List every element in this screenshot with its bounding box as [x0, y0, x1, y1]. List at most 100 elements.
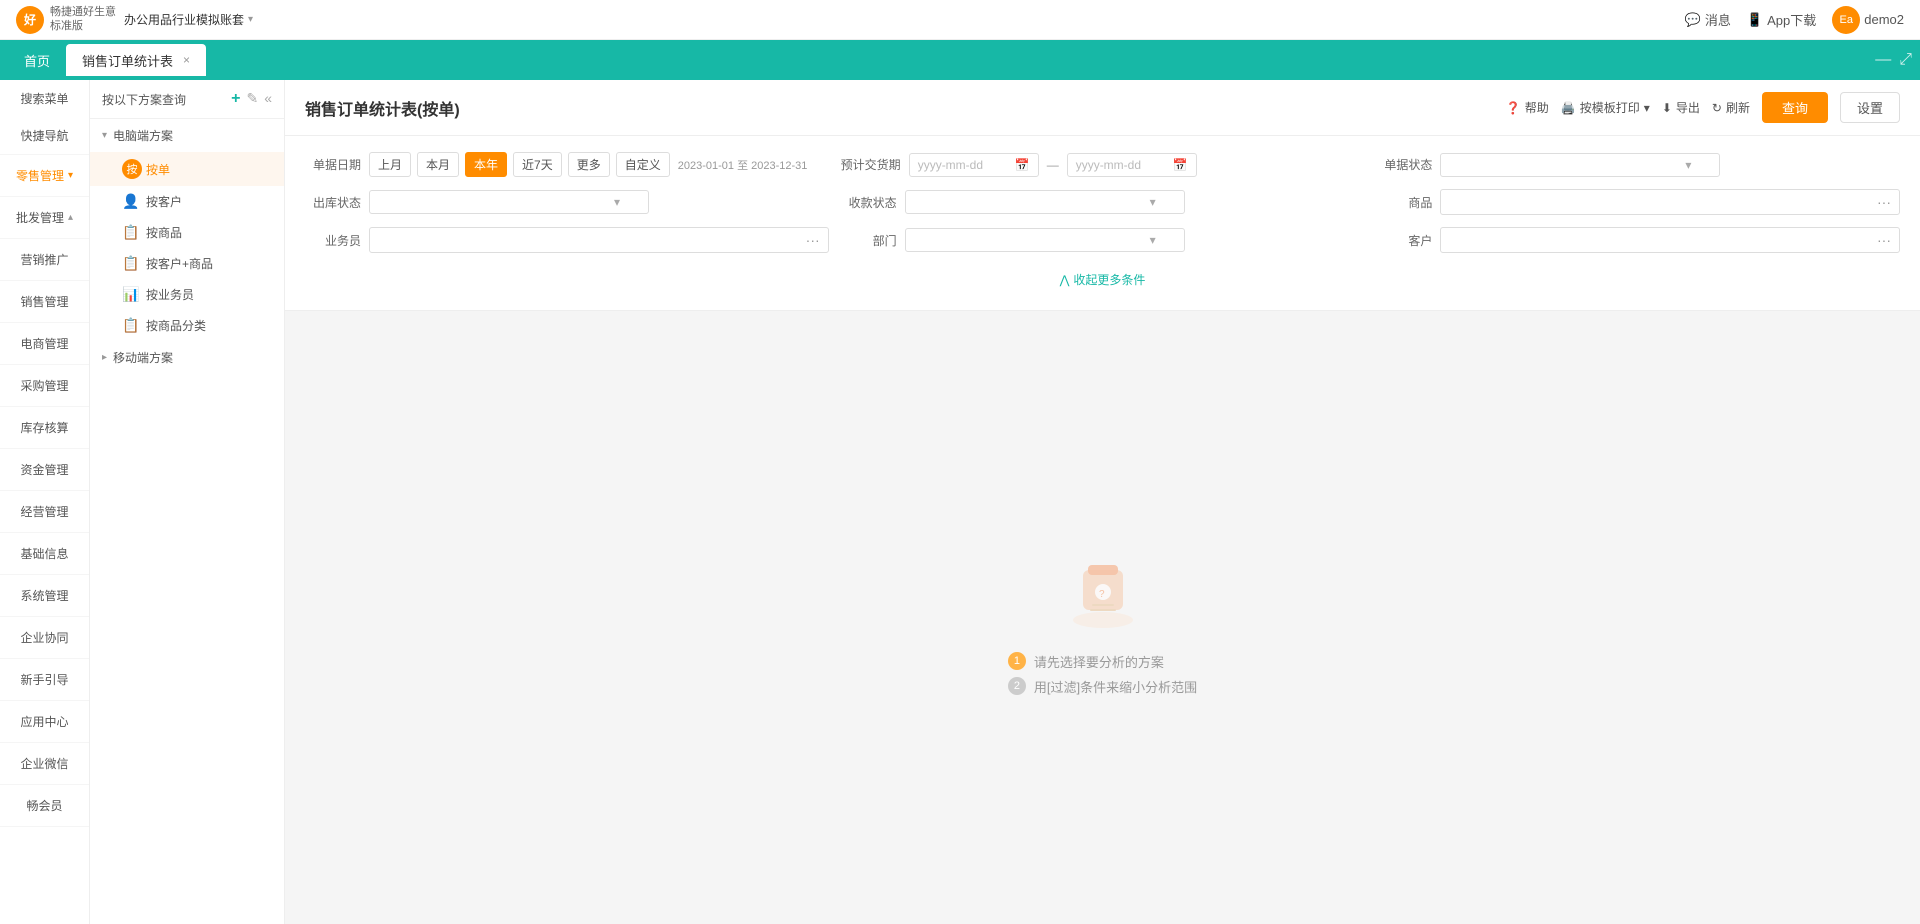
sidebar-item-retail[interactable]: 零售管理 ▾ [0, 155, 89, 197]
sidebar-item-system[interactable]: 系统管理 [0, 575, 89, 617]
top-bar: 好 畅捷通好生意 标准版 办公用品行业模拟账套 ▾ 💬 消息 📱 App下载 E… [0, 0, 1920, 40]
date-separator: — [1047, 158, 1059, 172]
expected-date-to[interactable]: yyyy-mm-dd 📅 [1067, 153, 1197, 177]
sidebar-item-basic-info[interactable]: 基础信息 [0, 533, 89, 575]
scheme-header: 按以下方案查询 + ✎ « [90, 80, 284, 119]
sidebar-item-guide[interactable]: 新手引导 [0, 659, 89, 701]
salesman-label: 业务员 [305, 232, 361, 249]
filter-customer-col: 客户 ··· [1376, 227, 1900, 253]
page-header-actions: ❓ 帮助 🖨️ 按模板打印 ▾ ⬇ 导出 ↻ 刷新 [1506, 92, 1900, 135]
export-icon: ⬇ [1662, 101, 1672, 115]
top-bar-right: 💬 消息 📱 App下载 Ea demo2 [1685, 6, 1904, 34]
filter-out-status-col: 出库状态 ▾ [305, 190, 829, 214]
app-download-btn[interactable]: 📱 App下载 [1747, 10, 1816, 29]
scheme-customer-icon: 👤 [122, 193, 138, 210]
sidebar-item-wholesale[interactable]: 批发管理 ▴ [0, 197, 89, 239]
tab-minimize-icon[interactable]: — [1875, 51, 1891, 69]
top-bar-left: 好 畅捷通好生意 标准版 办公用品行业模拟账套 ▾ [16, 6, 253, 34]
tip-num-2: 2 [1008, 677, 1026, 695]
export-btn[interactable]: ⬇ 导出 [1662, 99, 1700, 116]
sidebar-retail-arrow-icon: ▾ [68, 170, 73, 181]
scheme-mobile-group[interactable]: ▸ 移动端方案 [90, 341, 284, 374]
goods-input[interactable]: ··· [1440, 189, 1900, 215]
scheme-cgoods-icon: 📋 [122, 255, 138, 272]
tab-bar-right: — ⤢ [1875, 51, 1912, 69]
filter-expected-date-col: 预计交货期 yyyy-mm-dd 📅 — yyyy-mm-dd 📅 [841, 153, 1365, 177]
main-layout: 搜索菜单 快捷导航 零售管理 ▾ 批发管理 ▴ 营销推广 销售管理 电商管理 采… [0, 80, 1920, 924]
scheme-item-by-customer-goods[interactable]: 📋 按客户+商品 [90, 248, 284, 279]
tab-close-icon[interactable]: × [183, 53, 190, 67]
date-btn-this-year[interactable]: 本年 [465, 152, 507, 177]
goods-dots[interactable]: ··· [1877, 194, 1891, 210]
date-btn-7days[interactable]: 近7天 [513, 152, 562, 177]
tab-sales-order-stats[interactable]: 销售订单统计表 × [66, 44, 206, 76]
print-btn[interactable]: 🖨️ 按模板打印 ▾ [1561, 99, 1650, 116]
salesman-dots[interactable]: ··· [806, 232, 820, 248]
sidebar-item-app-center[interactable]: 应用中心 [0, 701, 89, 743]
filter-receive-col: 收款状态 ▾ [841, 190, 1365, 214]
sidebar-item-wechat[interactable]: 企业微信 [0, 743, 89, 785]
scheme-salesman-icon: 📊 [122, 286, 138, 303]
customer-input[interactable]: ··· [1440, 227, 1900, 253]
sidebar-item-inventory[interactable]: 库存核算 [0, 407, 89, 449]
refresh-btn[interactable]: ↻ 刷新 [1712, 99, 1750, 116]
out-status-select[interactable]: ▾ [369, 190, 649, 214]
sidebar-item-member[interactable]: 畅会员 [0, 785, 89, 827]
customer-label: 客户 [1376, 232, 1432, 249]
empty-illustration: ? [1053, 540, 1153, 640]
date-btn-more[interactable]: 更多 [568, 152, 610, 177]
filter-date-col: 单据日期 上月 本月 本年 近7天 更多 自定义 2023-01-01 至 20… [305, 152, 829, 177]
tab-maximize-icon[interactable]: ⤢ [1899, 51, 1912, 69]
workspace-selector[interactable]: 办公用品行业模拟账套 ▾ [124, 11, 253, 28]
filter-date-label: 单据日期 [305, 156, 361, 173]
date-btn-custom[interactable]: 自定义 [616, 152, 670, 177]
page-header: 销售订单统计表(按单) ❓ 帮助 🖨️ 按模板打印 ▾ ⬇ 导出 [285, 80, 1920, 136]
dept-select[interactable]: ▾ [905, 228, 1185, 252]
status-label: 单据状态 [1376, 156, 1432, 173]
print-chevron-icon: ▾ [1644, 101, 1650, 115]
help-btn[interactable]: ❓ 帮助 [1506, 99, 1549, 116]
receive-chevron-icon: ▾ [1150, 195, 1156, 209]
receive-status-label: 收款状态 [841, 194, 897, 211]
calendar-from-icon[interactable]: 📅 [1015, 158, 1030, 172]
scheme-collapse-icon[interactable]: « [264, 90, 272, 108]
sidebar-quick-nav[interactable]: 快捷导航 [0, 117, 89, 155]
scheme-item-by-customer[interactable]: 👤 按客户 [90, 186, 284, 217]
avatar: Ea [1832, 6, 1860, 34]
empty-tip-2: 2 用[过滤]条件来缩小分析范围 [1008, 677, 1197, 696]
filter-area: 单据日期 上月 本月 本年 近7天 更多 自定义 2023-01-01 至 20… [285, 136, 1920, 311]
user-avatar[interactable]: Ea demo2 [1832, 6, 1904, 34]
scheme-item-by-order[interactable]: 按 按单 [90, 152, 284, 186]
sidebar-item-ecommerce[interactable]: 电商管理 [0, 323, 89, 365]
app-icon: 📱 [1747, 12, 1763, 28]
message-btn[interactable]: 💬 消息 [1685, 10, 1731, 29]
sidebar-item-operations[interactable]: 经营管理 [0, 491, 89, 533]
date-btn-this-month[interactable]: 本月 [417, 152, 459, 177]
date-btn-last-month[interactable]: 上月 [369, 152, 411, 177]
date-range-text: 2023-01-01 至 2023-12-31 [678, 157, 808, 173]
scheme-add-icon[interactable]: + [231, 90, 240, 108]
sidebar-search-menu[interactable]: 搜索菜单 [0, 80, 89, 117]
sidebar-item-marketing[interactable]: 营销推广 [0, 239, 89, 281]
customer-dots[interactable]: ··· [1877, 232, 1891, 248]
collapse-btn[interactable]: ⋀ 收起更多条件 [305, 265, 1900, 294]
status-select[interactable]: ▾ [1440, 153, 1720, 177]
expected-date-from[interactable]: yyyy-mm-dd 📅 [909, 153, 1039, 177]
salesman-input[interactable]: ··· [369, 227, 829, 253]
sidebar-item-finance[interactable]: 资金管理 [0, 449, 89, 491]
filter-date-group: 上月 本月 本年 近7天 更多 自定义 [369, 152, 670, 177]
scheme-edit-icon[interactable]: ✎ [246, 90, 258, 108]
scheme-item-by-goods[interactable]: 📋 按商品 [90, 217, 284, 248]
tab-home[interactable]: 首页 [8, 44, 66, 76]
receive-status-select[interactable]: ▾ [905, 190, 1185, 214]
calendar-to-icon[interactable]: 📅 [1173, 158, 1188, 172]
scheme-item-by-category[interactable]: 📋 按商品分类 [90, 310, 284, 341]
setting-btn[interactable]: 设置 [1840, 92, 1900, 123]
sidebar-item-sales[interactable]: 销售管理 [0, 281, 89, 323]
filter-goods-col: 商品 ··· [1376, 189, 1900, 215]
scheme-pc-group[interactable]: ▾ 电脑端方案 [90, 119, 284, 152]
query-btn[interactable]: 查询 [1762, 92, 1828, 123]
sidebar-item-enterprise[interactable]: 企业协同 [0, 617, 89, 659]
sidebar-item-purchase[interactable]: 采购管理 [0, 365, 89, 407]
scheme-item-by-salesman[interactable]: 📊 按业务员 [90, 279, 284, 310]
